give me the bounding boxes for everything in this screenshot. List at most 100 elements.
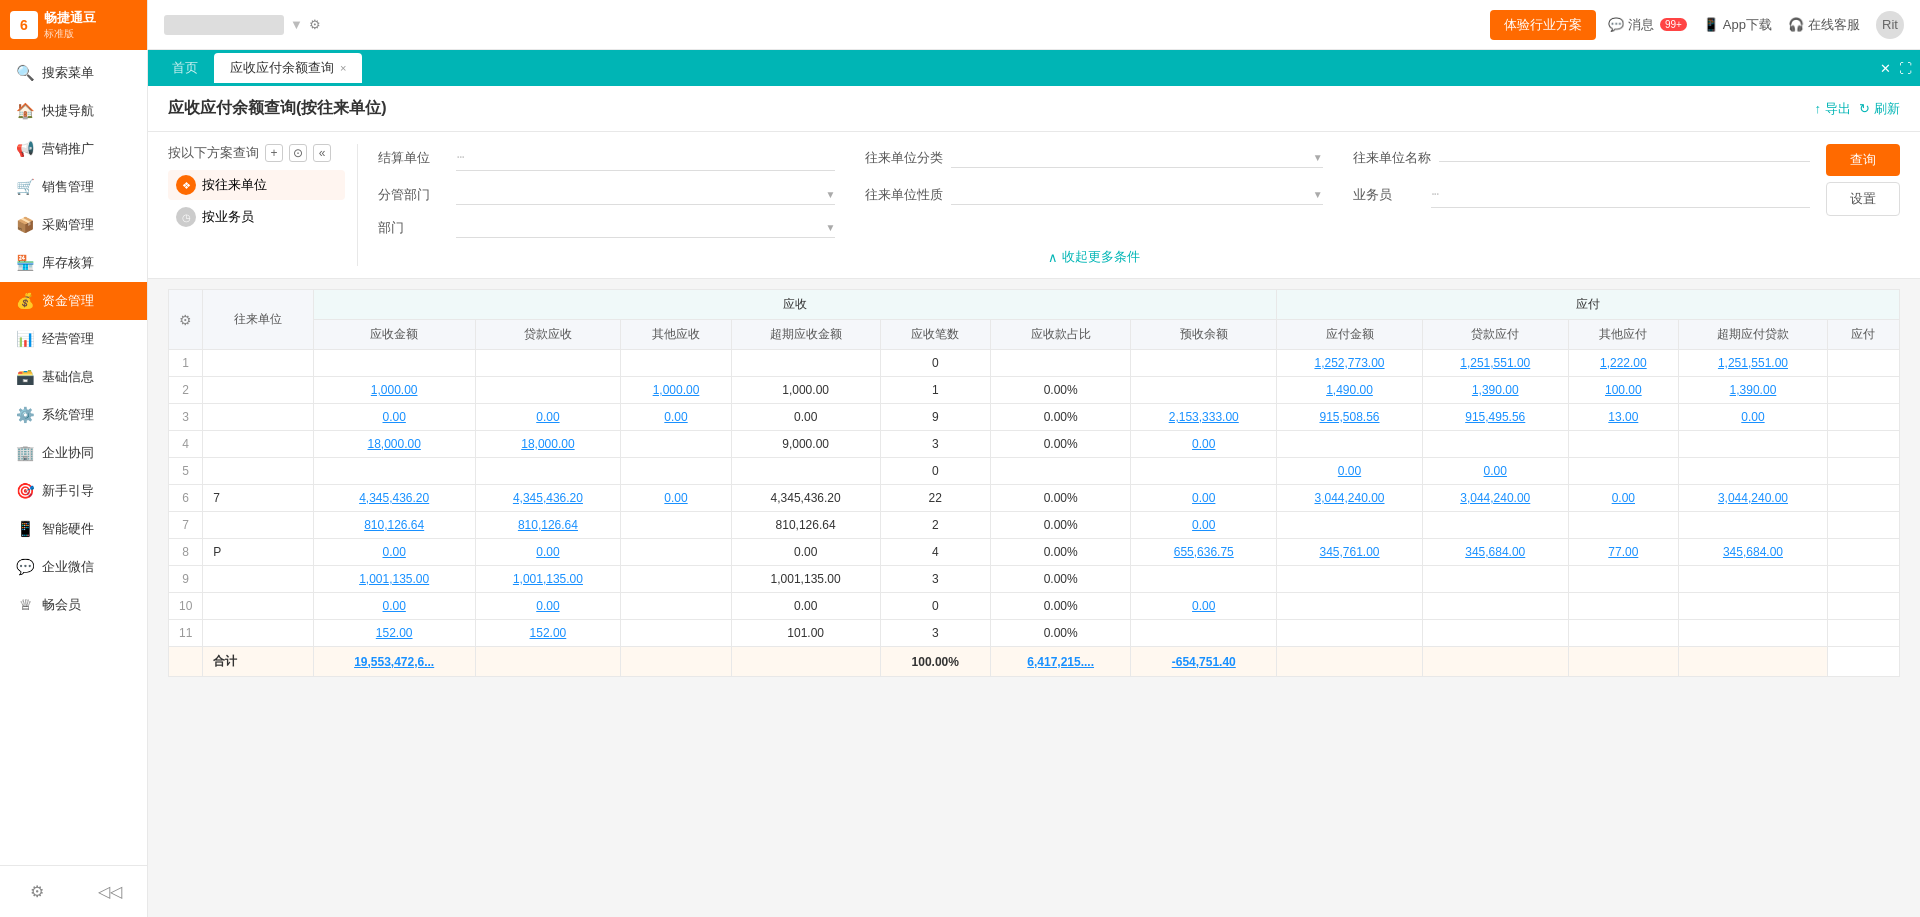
sidebar-item-sales[interactable]: 🛒销售管理 <box>0 168 147 206</box>
salesman-input[interactable]: ··· <box>1431 181 1810 208</box>
message-btn[interactable]: 💬 消息 99+ <box>1608 16 1687 34</box>
content-area: 应收应付余额查询(按往来单位) ↑ 导出 ↻ 刷新 按以下方案查询 + ⊙ <box>148 86 1920 917</box>
ap-loan-header: 贷款应付 <box>1422 320 1568 350</box>
sidebar-item-purchase[interactable]: 📦采购管理 <box>0 206 147 244</box>
query-buttons: 查询 设置 <box>1810 144 1900 266</box>
user-avatar[interactable]: Rit <box>1876 11 1904 39</box>
filter-add-btn[interactable]: + <box>265 144 283 162</box>
table-gear-icon[interactable]: ⚙ <box>179 312 192 328</box>
sidebar-item-warehouse[interactable]: 🏪库存核算 <box>0 244 147 282</box>
table-settings-header[interactable]: ⚙ <box>169 290 203 350</box>
topbar-icons: 💬 消息 99+ 📱 App下载 🎧 在线客服 Rit <box>1608 11 1904 39</box>
smart-hw-icon: 📱 <box>16 520 34 538</box>
filter-by-salesman[interactable]: ◷ 按业务员 <box>168 202 345 232</box>
partner-nature-input[interactable]: ▼ <box>951 185 1322 205</box>
enterprise-icon: 🏢 <box>16 444 34 462</box>
app-download-btn[interactable]: 📱 App下载 <box>1703 16 1772 34</box>
table-row: 101,252,773.001,251,551.001,222.001,251,… <box>169 350 1900 377</box>
table-footer-row: 合计 19,553,472,6... 100.00% 6,417,215....… <box>169 647 1900 677</box>
table-row: 500.000.00 <box>169 458 1900 485</box>
table-row: 11152.00152.00101.0030.00% <box>169 620 1900 647</box>
enterprise-wechat-icon: 💬 <box>16 558 34 576</box>
member-icon: ♕ <box>16 596 34 614</box>
settings-bottom-btn[interactable]: ⚙ <box>0 874 74 909</box>
footer-ar-pre[interactable]: 6,417,215.... <box>990 647 1130 677</box>
ap-extra-header: 应付 <box>1827 320 1899 350</box>
collapse-sidebar-btn[interactable]: ◁◁ <box>74 874 148 909</box>
filter-dept: 分管部门 ▼ <box>378 181 835 208</box>
ap-group-header: 应付 <box>1277 290 1900 320</box>
main-area: ▼ ⚙ 体验行业方案 💬 消息 99+ 📱 App下载 🎧 在线客服 Rit <box>148 0 1920 917</box>
filter-salesman-field: 业务员 ··· <box>1353 181 1810 208</box>
sidebar-item-guide[interactable]: 🎯新手引导 <box>0 472 147 510</box>
online-service-btn[interactable]: 🎧 在线客服 <box>1788 16 1860 34</box>
sidebar-item-finance[interactable]: 💰资金管理 <box>0 282 147 320</box>
sidebar-item-quick-nav[interactable]: 🏠快捷导航 <box>0 92 147 130</box>
filter-partner-label: 按往来单位 <box>202 176 267 194</box>
sidebar: 6 畅捷通豆 标准版 🔍搜索菜单🏠快捷导航📢营销推广🛒销售管理📦采购管理🏪库存核… <box>0 0 148 917</box>
finance-icon: 💰 <box>16 292 34 310</box>
sidebar-item-basic-info[interactable]: 🗃️基础信息 <box>0 358 147 396</box>
refresh-btn[interactable]: ↻ 刷新 <box>1859 100 1900 118</box>
ap-amount-header: 应付金额 <box>1277 320 1423 350</box>
sidebar-item-enterprise-wechat[interactable]: 💬企业微信 <box>0 548 147 586</box>
settlement-unit-input[interactable]: ··· <box>456 144 835 171</box>
sidebar-item-smart-hw[interactable]: 📱智能硬件 <box>0 510 147 548</box>
sidebar-menu: 🔍搜索菜单🏠快捷导航📢营销推广🛒销售管理📦采购管理🏪库存核算💰资金管理📊经营管理… <box>0 50 147 865</box>
sidebar-item-search[interactable]: 🔍搜索菜单 <box>0 54 147 92</box>
marketing-icon: 📢 <box>16 140 34 158</box>
table-row: 21,000.001,000.001,000.0010.00%1,490.001… <box>169 377 1900 404</box>
export-btn[interactable]: ↑ 导出 <box>1815 100 1852 118</box>
ar-other-header: 其他应收 <box>621 320 731 350</box>
filter-department: 部门 ▼ <box>378 218 835 238</box>
department-input[interactable]: ▼ <box>456 218 835 238</box>
filter-settings-btn[interactable]: ⊙ <box>289 144 307 162</box>
logo-sub: 标准版 <box>44 27 96 41</box>
partner-icon: ❖ <box>176 175 196 195</box>
service-icon: 🎧 <box>1788 17 1804 32</box>
partner-name-input[interactable] <box>1439 153 1810 162</box>
filter-settlement-unit: 结算单位 ··· <box>378 144 835 171</box>
collapse-more-btn[interactable]: ∧ 收起更多条件 <box>378 248 1810 266</box>
footer-label: 合计 <box>203 647 313 677</box>
filter-left-panel: 按以下方案查询 + ⊙ « ❖ 按往来单位 ◷ 按业务员 <box>168 144 358 266</box>
sidebar-item-enterprise[interactable]: 🏢企业协同 <box>0 434 147 472</box>
sidebar-item-member[interactable]: ♕畅会员 <box>0 586 147 624</box>
filter-partner-nature: 往来单位性质 ▼ <box>865 181 1322 208</box>
footer-ap-amount[interactable]: -654,751.40 <box>1131 647 1277 677</box>
setting-btn[interactable]: 设置 <box>1826 182 1900 216</box>
ar-group-header: 应收 <box>313 290 1276 320</box>
table-row: 7810,126.64810,126.64810,126.6420.00%0.0… <box>169 512 1900 539</box>
export-icon: ↑ <box>1815 101 1822 116</box>
gear-icon[interactable]: ⚙ <box>309 17 321 32</box>
footer-ar-amount[interactable]: 19,553,472,6... <box>313 647 475 677</box>
sidebar-item-operations[interactable]: 📊经营管理 <box>0 320 147 358</box>
promote-btn[interactable]: 体验行业方案 <box>1490 10 1596 40</box>
table-row: 418,000.0018,000.009,000.0030.00%0.00 <box>169 431 1900 458</box>
chevron-up-icon: ∧ <box>1048 250 1058 265</box>
ar-loan-header: 贷款应收 <box>475 320 621 350</box>
page-title: 应收应付余额查询(按往来单位) <box>168 98 387 131</box>
page-header: 应收应付余额查询(按往来单位) ↑ 导出 ↻ 刷新 <box>148 86 1920 132</box>
tab-close-window-icon[interactable]: ✕ <box>1880 61 1891 76</box>
salesman-icon: ◷ <box>176 207 196 227</box>
tab-home[interactable]: 首页 <box>156 53 214 83</box>
tab-close-icon[interactable]: × <box>340 62 346 74</box>
partner-category-input[interactable]: ▼ <box>951 148 1322 168</box>
partner-nature-arrow: ▼ <box>1313 189 1323 200</box>
ar-ratio-header: 应收款占比 <box>990 320 1130 350</box>
sidebar-bottom: ⚙ ◁◁ <box>0 865 147 917</box>
filter-by-partner[interactable]: ❖ 按往来单位 <box>168 170 345 200</box>
tab-maximize-icon[interactable]: ⛶ <box>1899 61 1912 76</box>
sidebar-item-marketing[interactable]: 📢营销推广 <box>0 130 147 168</box>
ar-amount-header: 应收金额 <box>313 320 475 350</box>
tab-query[interactable]: 应收应付余额查询 × <box>214 53 362 83</box>
ap-overdue-header: 超期应付贷款 <box>1679 320 1828 350</box>
dept-input[interactable]: ▼ <box>456 185 835 205</box>
dept-arrow: ▼ <box>825 189 835 200</box>
sidebar-item-system[interactable]: ⚙️系统管理 <box>0 396 147 434</box>
filter-collapse-btn[interactable]: « <box>313 144 331 162</box>
partner-col-header: 往来单位 <box>203 290 313 350</box>
query-btn[interactable]: 查询 <box>1826 144 1900 176</box>
table-row: 30.000.000.000.0090.00%2,153,333.00915,5… <box>169 404 1900 431</box>
